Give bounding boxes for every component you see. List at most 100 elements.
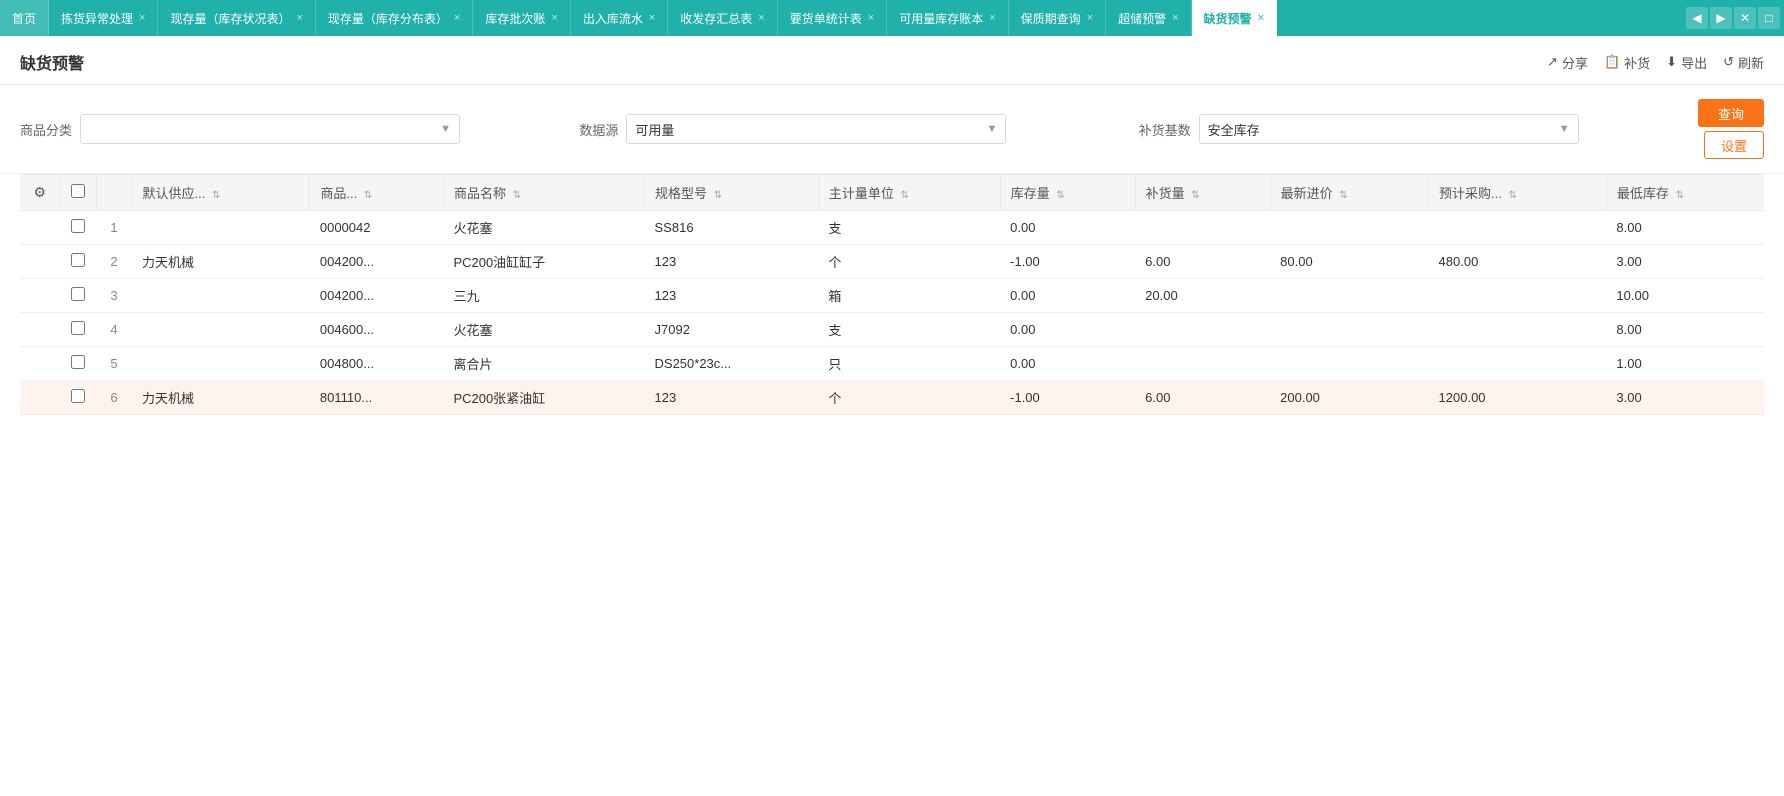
replenish-base-label: 补货基数 (1139, 120, 1191, 139)
tab-close-shortage[interactable]: × (1258, 12, 1264, 24)
row-spec: SS816 (645, 211, 819, 245)
replenish-button[interactable]: 📋 补货 (1604, 53, 1650, 72)
tab-close-collect-summary[interactable]: × (758, 12, 764, 24)
table-row: 4 004600... 火花塞 J7092 支 0.00 8.00 (20, 313, 1764, 347)
row-checkbox-3[interactable] (71, 321, 85, 335)
col-header-supplier[interactable]: 默认供应... ⇅ (132, 175, 310, 211)
row-checkbox-cell[interactable] (60, 381, 96, 415)
sort-min-icon: ⇅ (1676, 190, 1684, 201)
row-product-name: 三九 (443, 279, 644, 313)
tab-prev-btn[interactable]: ◀ (1686, 7, 1708, 29)
row-product-code: 004200... (310, 245, 444, 279)
row-settings-cell (20, 211, 60, 245)
row-checkbox-1[interactable] (71, 253, 85, 267)
col-header-latest-price[interactable]: 最新进价 ⇅ (1270, 175, 1428, 211)
row-supplier (132, 211, 310, 245)
col-header-min-stock[interactable]: 最低库存 ⇅ (1606, 175, 1764, 211)
filter-group-category: 商品分类 ▼ (20, 114, 559, 144)
row-settings-cell (20, 245, 60, 279)
export-icon: ⬇ (1666, 54, 1677, 70)
tab-overstock[interactable]: 超储预警 × (1106, 0, 1191, 36)
col-header-unit[interactable]: 主计量单位 ⇅ (818, 175, 1000, 211)
tab-demand-stats[interactable]: 要货单统计表 × (778, 0, 887, 36)
tab-inventory-dist[interactable]: 现存量（库存分布表） × (316, 0, 473, 36)
row-replenish-qty (1135, 211, 1270, 245)
share-button[interactable]: ↗ 分享 (1547, 53, 1588, 72)
col-header-stock-qty[interactable]: 库存量 ⇅ (1000, 175, 1135, 211)
tab-close-inventory-status[interactable]: × (296, 12, 302, 24)
select-all-checkbox[interactable] (71, 184, 85, 198)
refresh-button[interactable]: ↺ 刷新 (1723, 53, 1764, 72)
export-button[interactable]: ⬇ 导出 (1666, 53, 1707, 72)
setting-button[interactable]: 设置 (1704, 131, 1764, 159)
tab-collect-summary[interactable]: 收发存汇总表 × (668, 0, 777, 36)
tab-close-all-btn[interactable]: ✕ (1734, 7, 1756, 29)
query-button[interactable]: 查询 (1698, 99, 1764, 127)
tab-close-inventory-dist[interactable]: × (454, 12, 460, 24)
tab-shortage[interactable]: 缺货预警 × (1192, 0, 1277, 36)
row-checkbox-cell[interactable] (60, 313, 96, 347)
row-checkbox-cell[interactable] (60, 279, 96, 313)
sort-code-icon: ⇅ (364, 190, 372, 201)
row-unit: 支 (818, 313, 1000, 347)
row-unit: 个 (818, 245, 1000, 279)
col-header-est-purchase[interactable]: 预计采购... ⇅ (1429, 175, 1607, 211)
replenish-base-value: 安全库存 (1208, 120, 1260, 139)
tab-close-overstock[interactable]: × (1172, 12, 1178, 24)
row-est-purchase (1429, 347, 1607, 381)
tab-close-batch-account[interactable]: × (551, 12, 557, 24)
row-replenish-qty (1135, 313, 1270, 347)
col-header-checkbox[interactable] (60, 175, 96, 211)
tab-inventory-status[interactable]: 现存量（库存状况表） × (158, 0, 315, 36)
settings-gear-icon[interactable]: ⚙ (33, 184, 46, 200)
sort-unit-icon: ⇅ (900, 190, 908, 201)
row-replenish-qty (1135, 347, 1270, 381)
col-header-settings[interactable]: ⚙ (20, 175, 60, 211)
tab-next-btn[interactable]: ▶ (1710, 7, 1732, 29)
sort-est-icon: ⇅ (1509, 190, 1517, 201)
col-header-product-name[interactable]: 商品名称 ⇅ (443, 175, 644, 211)
row-spec: 123 (645, 381, 819, 415)
tab-home[interactable]: 首页 (0, 0, 49, 36)
table-area: ⚙ 默认供应... ⇅ 商品... ⇅ 商品名称 (0, 174, 1784, 415)
row-checkbox-cell[interactable] (60, 347, 96, 381)
tab-available-ledger[interactable]: 可用量库存账本 × (887, 0, 1008, 36)
row-stock-qty: 0.00 (1000, 313, 1135, 347)
row-checkbox-0[interactable] (71, 219, 85, 233)
tab-close-inout-flow[interactable]: × (649, 12, 655, 24)
row-checkbox-cell[interactable] (60, 211, 96, 245)
tab-expiry-query[interactable]: 保质期查询 × (1009, 0, 1106, 36)
tab-abnormal[interactable]: 拣货异常处理 × (49, 0, 158, 36)
share-icon: ↗ (1547, 54, 1558, 70)
col-header-replenish-qty[interactable]: 补货量 ⇅ (1135, 175, 1270, 211)
row-index: 5 (96, 347, 132, 381)
tab-close-expiry-query[interactable]: × (1087, 12, 1093, 24)
row-latest-price (1270, 347, 1428, 381)
datasource-select[interactable]: 可用量 ▼ (626, 114, 1006, 144)
tab-inout-flow[interactable]: 出入库流水 × (571, 0, 668, 36)
tab-close-demand-stats[interactable]: × (868, 12, 874, 24)
row-est-purchase (1429, 279, 1607, 313)
row-supplier (132, 313, 310, 347)
col-header-product-code[interactable]: 商品... ⇅ (310, 175, 444, 211)
row-checkbox-5[interactable] (71, 389, 85, 403)
replenish-base-select[interactable]: 安全库存 ▼ (1199, 114, 1579, 144)
row-index: 6 (96, 381, 132, 415)
row-checkbox-2[interactable] (71, 287, 85, 301)
row-checkbox-4[interactable] (71, 355, 85, 369)
row-product-name: 火花塞 (443, 211, 644, 245)
row-product-name: PC200油缸缸子 (443, 245, 644, 279)
category-select[interactable]: ▼ (80, 114, 460, 144)
row-min-stock: 8.00 (1606, 211, 1764, 245)
row-product-code: 801110... (310, 381, 444, 415)
tab-maximize-btn[interactable]: □ (1758, 7, 1780, 29)
tab-close-available-ledger[interactable]: × (989, 12, 995, 24)
tab-batch-account[interactable]: 库存批次账 × (473, 0, 570, 36)
tab-close-abnormal[interactable]: × (139, 12, 145, 24)
row-checkbox-cell[interactable] (60, 245, 96, 279)
col-header-spec[interactable]: 规格型号 ⇅ (645, 175, 819, 211)
table-row: 3 004200... 三九 123 箱 0.00 20.00 10.00 (20, 279, 1764, 313)
row-est-purchase: 1200.00 (1429, 381, 1607, 415)
row-unit: 箱 (818, 279, 1000, 313)
refresh-icon: ↺ (1723, 54, 1734, 70)
